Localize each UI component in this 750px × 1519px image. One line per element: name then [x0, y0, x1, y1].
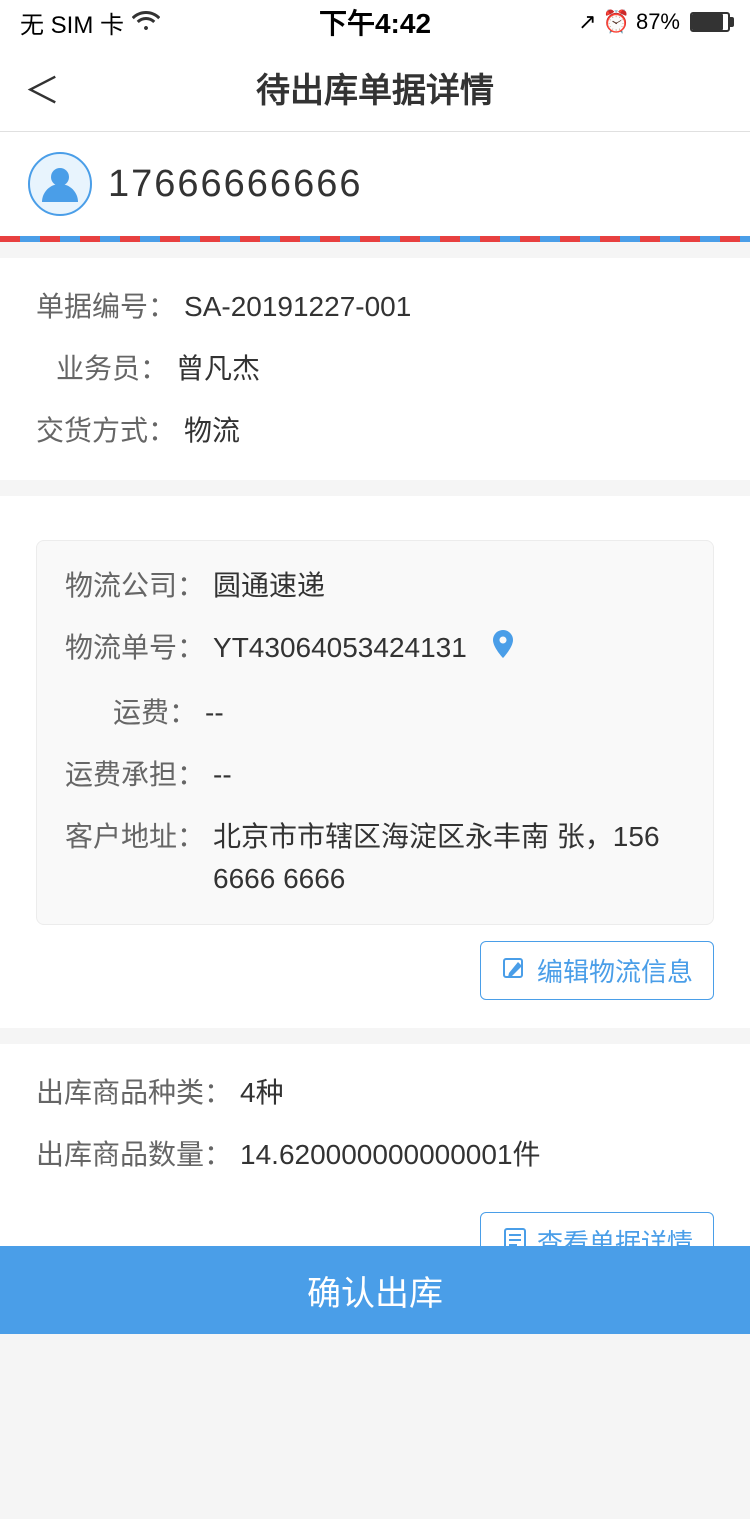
document-no-value: SA-20191227-001 — [184, 286, 714, 328]
carrier-label: 无 SIM 卡 — [20, 5, 124, 40]
logistics-card: 物流公司： 圆通速递 物流单号： YT43064053424131 运费： --… — [36, 540, 714, 925]
alarm-icon: ⏰ — [603, 9, 630, 35]
dashed-separator — [0, 236, 750, 242]
goods-category-row: 出库商品种类： 4种 — [36, 1072, 714, 1114]
logistics-company-value: 圆通速递 — [213, 565, 685, 607]
page-title: 待出库单据详情 — [256, 63, 494, 112]
confirm-button-label: 确认出库 — [307, 1266, 443, 1315]
nav-bar: ＜ 待出库单据详情 — [0, 44, 750, 132]
delivery-method-value: 物流 — [184, 410, 714, 452]
sales-person-value: 曾凡杰 — [176, 348, 714, 390]
freight-bearer-row: 运费承担： -- — [65, 754, 685, 796]
freight-bearer-value: -- — [213, 754, 685, 796]
goods-category-value: 4种 — [240, 1072, 714, 1114]
location-icon: ↗ — [578, 9, 596, 35]
confirm-button[interactable]: 确认出库 — [0, 1246, 750, 1334]
address-value: 北京市市辖区海淀区永丰南 张，156 6666 6666 — [213, 816, 685, 900]
status-bar: 无 SIM 卡 下午4:42 ↗ ⏰ 87% — [0, 0, 750, 44]
goods-category-label: 出库商品种类： — [36, 1072, 240, 1114]
freight-bearer-label: 运费承担： — [65, 754, 213, 796]
sales-person-label: 业务员： — [36, 348, 176, 390]
delivery-method-row: 交货方式： 物流 — [36, 410, 714, 452]
battery-percent: 87% — [636, 9, 680, 35]
goods-quantity-value: 14.620000000000001件 — [240, 1134, 714, 1176]
document-no-row: 单据编号： SA-20191227-001 — [36, 286, 714, 328]
edit-icon — [501, 956, 529, 984]
back-button[interactable]: ＜ — [24, 62, 60, 114]
freight-label: 运费： — [65, 692, 205, 734]
tracking-no-label: 物流单号： — [65, 627, 213, 669]
freight-value: -- — [205, 692, 685, 734]
status-right: ↗ ⏰ 87% — [578, 9, 730, 35]
address-row: 客户地址： 北京市市辖区海淀区永丰南 张，156 6666 6666 — [65, 816, 685, 900]
avatar — [28, 152, 92, 216]
status-left: 无 SIM 卡 — [20, 5, 160, 40]
tracking-no-value: YT43064053424131 — [213, 627, 685, 672]
freight-row: 运费： -- — [65, 692, 685, 734]
document-no-label: 单据编号： — [36, 286, 184, 328]
delivery-method-label: 交货方式： — [36, 410, 184, 452]
goods-quantity-row: 出库商品数量： 14.620000000000001件 — [36, 1134, 714, 1176]
battery-icon — [690, 12, 730, 32]
logistics-company-label: 物流公司： — [65, 565, 213, 607]
person-icon — [38, 162, 82, 206]
edit-logistics-button[interactable]: 编辑物流信息 — [480, 941, 714, 1000]
wifi-icon — [132, 8, 160, 37]
address-label: 客户地址： — [65, 816, 213, 858]
edit-logistics-wrap: 编辑物流信息 — [36, 925, 714, 1000]
tracking-no-row: 物流单号： YT43064053424131 — [65, 627, 685, 672]
user-header: 17666666666 — [0, 132, 750, 236]
user-phone: 17666666666 — [108, 163, 362, 206]
status-time: 下午4:42 — [319, 2, 431, 42]
sales-person-row: 业务员： 曾凡杰 — [36, 348, 714, 390]
logistics-company-row: 物流公司： 圆通速递 — [65, 565, 685, 607]
goods-quantity-label: 出库商品数量： — [36, 1134, 240, 1176]
map-pin-icon[interactable] — [487, 628, 519, 672]
logistics-section: 物流公司： 圆通速递 物流单号： YT43064053424131 运费： --… — [0, 496, 750, 1028]
basic-info-section: 单据编号： SA-20191227-001 业务员： 曾凡杰 交货方式： 物流 — [0, 258, 750, 480]
